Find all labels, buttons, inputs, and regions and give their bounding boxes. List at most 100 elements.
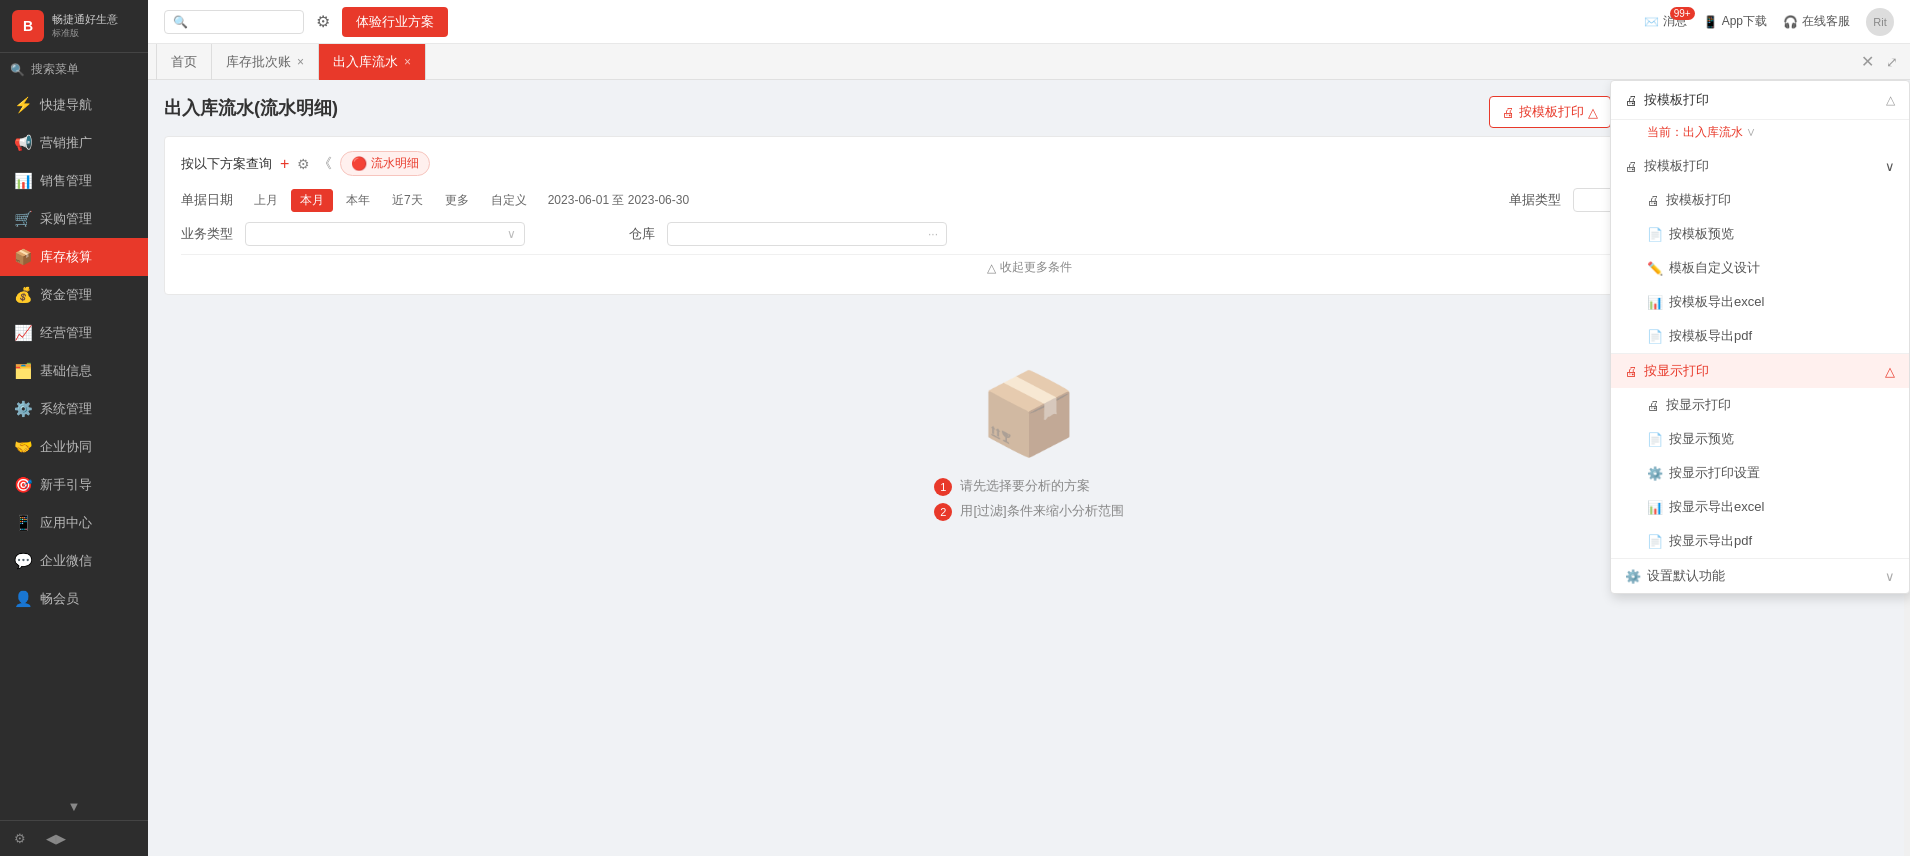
sidebar-search[interactable]: 🔍 搜索菜单 [0,53,148,86]
sidebar: B 畅捷通好生意 标准版 🔍 搜索菜单 ⚡ 快捷导航 📢 营销推广 📊 销售管理… [0,0,148,856]
header-messages[interactable]: ✉️ 消息 99+ [1644,13,1687,30]
sales-icon: 📊 [14,172,32,190]
sidebar-bottom: ⚙ ◀▶ [0,820,148,856]
date-pill-7days[interactable]: 近7天 [383,189,432,212]
header-search[interactable]: 🔍 [164,10,304,34]
template-print-dropdown: 🖨 按模板打印 △ 当前：出入库流水 ∨ 🖨 按模板打印 ∨ 🖨 [1610,80,1910,594]
sidebar-item-basics[interactable]: 🗂️ 基础信息 [0,352,148,390]
dropdown-display-export-excel[interactable]: 📊 按显示导出excel [1611,490,1909,524]
avatar[interactable]: Rit [1866,8,1894,36]
filter-tag-icon: 🔴 [351,156,367,171]
date-pill-this-month[interactable]: 本月 [291,189,333,212]
sidebar-item-operations[interactable]: 📈 经营管理 [0,314,148,352]
template-print-button[interactable]: 🖨 按模板打印 △ [1489,96,1611,128]
template-print-label: 按模板打印 [1519,103,1584,121]
sidebar-item-label: 企业微信 [40,552,92,570]
disp-excel-label: 按显示导出excel [1669,498,1764,516]
tab-home[interactable]: 首页 [156,44,212,80]
trial-button[interactable]: 体验行业方案 [342,7,448,37]
dropdown-display-print-settings[interactable]: ⚙️ 按显示打印设置 [1611,456,1909,490]
sidebar-item-newcomer[interactable]: 🎯 新手引导 [0,466,148,504]
sidebar-item-label: 畅会员 [40,590,79,608]
sidebar-item-inventory[interactable]: 📦 库存核算 [0,238,148,276]
message-badge: 99+ [1670,7,1695,20]
close-all-tabs-icon[interactable]: ✕ [1857,48,1878,75]
operations-icon: 📈 [14,324,32,342]
date-pill-last-month[interactable]: 上月 [245,189,287,212]
settings-icon[interactable]: ⚙ [14,831,26,846]
tab-batch-account-close[interactable]: × [297,55,304,69]
maximize-tab-icon[interactable]: ⤢ [1882,50,1902,74]
header-online-service[interactable]: 🎧 在线客服 [1783,13,1850,30]
sidebar-item-app-center[interactable]: 📱 应用中心 [0,504,148,542]
dropdown-template-export-excel[interactable]: 📊 按模板导出excel [1611,285,1909,319]
empty-step-2: 2 用[过滤]条件来缩小分析范围 [934,502,1123,521]
sidebar-item-system[interactable]: ⚙️ 系统管理 [0,390,148,428]
display-print-section-header[interactable]: 🖨 按显示打印 △ [1611,354,1909,388]
dropdown-template-preview[interactable]: 📄 按模板预览 [1611,217,1909,251]
date-label: 单据日期 [181,191,233,209]
tab-inout-flow-label: 出入库流水 [333,53,398,71]
sidebar-item-collab[interactable]: 🤝 企业协同 [0,428,148,466]
tpl-print-label: 按模板打印 [1666,191,1731,209]
collapse-up-icon: △ [987,261,996,275]
sidebar-item-sales[interactable]: 📊 销售管理 [0,162,148,200]
app-center-icon: 📱 [14,514,32,532]
dropdown-display-preview[interactable]: 📄 按显示预览 [1611,422,1909,456]
template-print-section: 🖨 按模板打印 ∨ 🖨 按模板打印 📄 按模板预览 ✏️ 模板自定义设计 [1611,149,1909,354]
phone-icon: 📱 [1703,15,1718,29]
sidebar-item-member[interactable]: 👤 畅会员 [0,580,148,618]
sidebar-item-label: 系统管理 [40,400,92,418]
sidebar-nav: ⚡ 快捷导航 📢 营销推广 📊 销售管理 🛒 采购管理 📦 库存核算 💰 资金管… [0,86,148,793]
template-print-section-header[interactable]: 🖨 按模板打印 ∨ [1611,149,1909,183]
dropdown-display-print[interactable]: 🖨 按显示打印 [1611,388,1909,422]
tpl-preview-label: 按模板预览 [1669,225,1734,243]
filter-collapse-icon[interactable]: 《 [318,155,332,173]
display-section-arrow: △ [1885,364,1895,379]
header-app-download[interactable]: 📱 App下载 [1703,13,1767,30]
set-default-arrow: ∨ [1885,569,1895,584]
logo-area: B 畅捷通好生意 标准版 [0,0,148,53]
avatar-text: Rit [1873,16,1886,28]
filter-settings-icon[interactable]: ⚙ [297,156,310,172]
empty-icon: 📦 [979,367,1079,461]
header-right: ✉️ 消息 99+ 📱 App下载 🎧 在线客服 Rit [1644,8,1894,36]
header-search-icon: 🔍 [173,15,188,29]
date-pill-more[interactable]: 更多 [436,189,478,212]
dropdown-set-default[interactable]: ⚙️ 设置默认功能 ∨ [1611,559,1909,593]
tab-batch-account[interactable]: 库存批次账 × [212,44,319,80]
date-pill-custom[interactable]: 自定义 [482,189,536,212]
dropdown-collapse-btn[interactable]: △ [1886,93,1895,107]
sidebar-scroll-down[interactable]: ▼ [0,793,148,820]
business-type-select[interactable]: ∨ [245,222,525,246]
sidebar-item-marketing[interactable]: 📢 营销推广 [0,124,148,162]
tpl-pdf-icon: 📄 [1647,329,1663,344]
filter-add-icon[interactable]: + [280,155,289,173]
dropdown-template-custom-design[interactable]: ✏️ 模板自定义设计 [1611,251,1909,285]
dropdown-template-export-pdf[interactable]: 📄 按模板导出pdf [1611,319,1909,353]
header-gear-icon[interactable]: ⚙ [316,12,330,31]
disp-pdf-icon: 📄 [1647,534,1663,549]
purchase-icon: 🛒 [14,210,32,228]
dropdown-display-export-pdf[interactable]: 📄 按显示导出pdf [1611,524,1909,558]
sidebar-item-label: 快捷导航 [40,96,92,114]
filter-section-label: 按以下方案查询 [181,155,272,173]
sidebar-item-finance[interactable]: 💰 资金管理 [0,276,148,314]
business-chevron-icon: ∨ [507,227,516,241]
display-section-icon: 🖨 [1625,364,1638,379]
step-1-text: 请先选择要分析的方案 [960,477,1090,495]
date-pill-this-year[interactable]: 本年 [337,189,379,212]
sidebar-item-label: 应用中心 [40,514,92,532]
sidebar-item-purchase[interactable]: 🛒 采购管理 [0,200,148,238]
dropdown-template-print[interactable]: 🖨 按模板打印 [1611,183,1909,217]
tab-inout-flow[interactable]: 出入库流水 × [319,44,426,80]
tpl-design-icon: ✏️ [1647,261,1663,276]
wechat-icon: 💬 [14,552,32,570]
sidebar-item-quick-nav[interactable]: ⚡ 快捷导航 [0,86,148,124]
sidebar-item-wechat[interactable]: 💬 企业微信 [0,542,148,580]
collapse-sidebar-icon[interactable]: ◀▶ [46,831,66,846]
display-section-label: 按显示打印 [1644,362,1709,380]
disp-settings-icon: ⚙️ [1647,466,1663,481]
warehouse-select[interactable]: ··· [667,222,947,246]
tab-inout-flow-close[interactable]: × [404,55,411,69]
